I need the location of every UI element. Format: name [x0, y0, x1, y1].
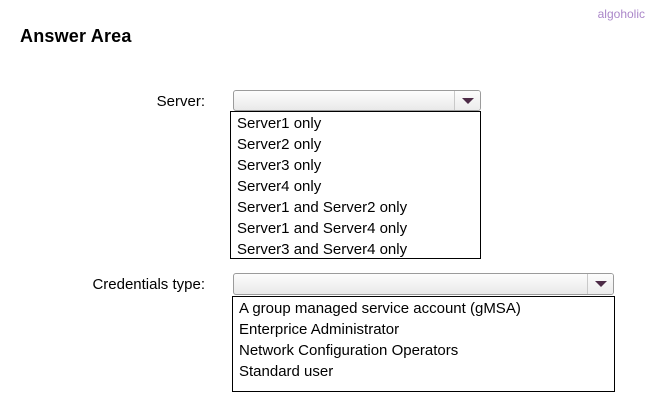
server-option[interactable]: Server1 and Server4 only: [231, 218, 480, 239]
page-title: Answer Area: [20, 26, 132, 46]
server-option[interactable]: Server3 and Server4 only: [231, 239, 480, 260]
watermark-algoholic: algoholic: [597, 7, 645, 21]
chevron-down-icon: [594, 281, 607, 287]
credentials-option[interactable]: Network Configuration Operators: [233, 340, 614, 361]
server-dropdown[interactable]: [233, 90, 481, 111]
credentials-dropdown[interactable]: [233, 273, 614, 295]
answer-area-page: { "watermark": "algoholic", "page": { "t…: [0, 0, 651, 403]
server-option[interactable]: Server2 only: [231, 134, 480, 155]
credentials-type-label: Credentials type:: [92, 276, 205, 293]
server-dropdown-arrow-button[interactable]: [454, 91, 480, 110]
credentials-options-list: A group managed service account (gMSA) E…: [232, 296, 615, 392]
credentials-option[interactable]: Enterprice Administrator: [233, 319, 614, 340]
chevron-down-icon: [461, 97, 474, 104]
server-option[interactable]: Server3 only: [231, 155, 480, 176]
server-label: Server:: [156, 93, 205, 110]
server-option[interactable]: Server1 only: [231, 113, 480, 134]
server-options-list: Server1 only Server2 only Server3 only S…: [230, 111, 481, 259]
server-option[interactable]: Server4 only: [231, 176, 480, 197]
credentials-option[interactable]: Standard user: [233, 361, 614, 382]
credentials-dropdown-arrow-button[interactable]: [587, 274, 613, 294]
credentials-dropdown-value: [234, 274, 587, 294]
server-dropdown-value: [234, 91, 454, 110]
server-option[interactable]: Server1 and Server2 only: [231, 197, 480, 218]
credentials-option[interactable]: A group managed service account (gMSA): [233, 298, 614, 319]
